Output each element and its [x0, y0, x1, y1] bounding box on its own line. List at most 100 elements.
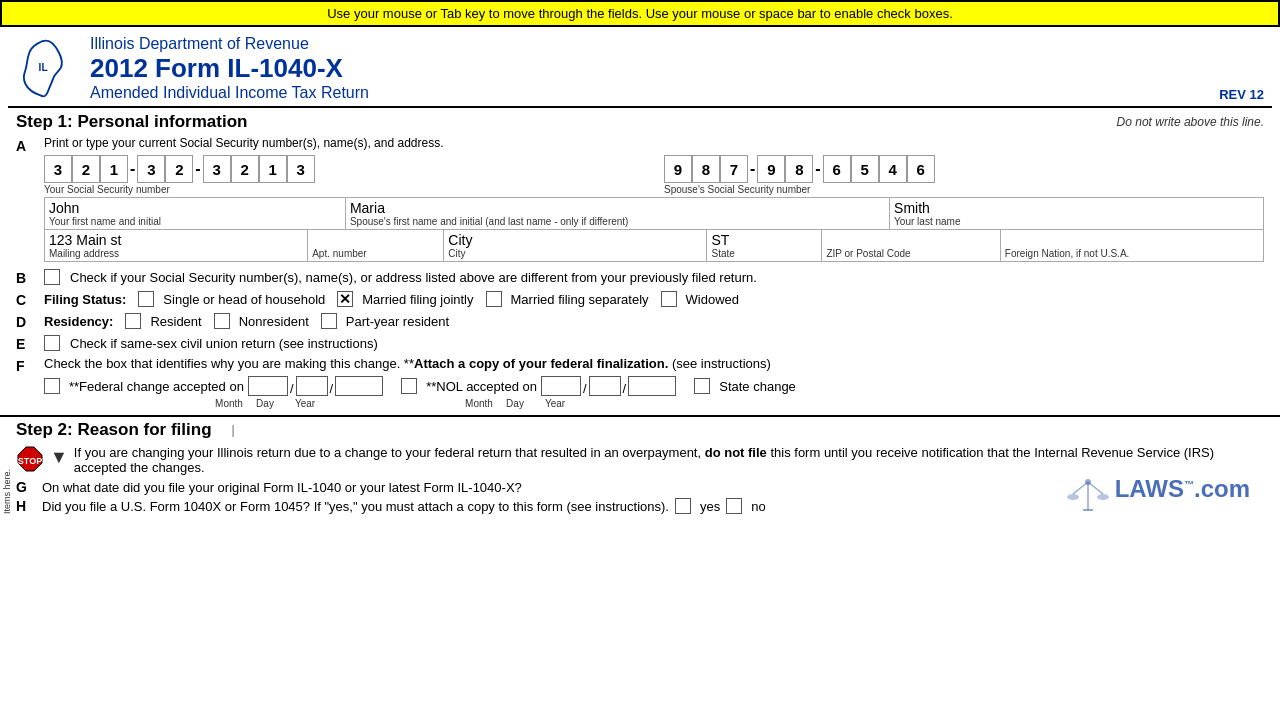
city-label: City: [448, 248, 702, 259]
state-cell: ST State: [707, 230, 822, 261]
section-e-label: E: [16, 334, 44, 352]
filing-married-jointly-checkbox[interactable]: ✕: [337, 291, 353, 307]
ssn1-d6[interactable]: 3: [203, 155, 231, 183]
step2-header: Step 2: Reason for filing |: [0, 417, 1280, 443]
section-h-label: H: [16, 498, 36, 514]
svg-text:STOP: STOP: [18, 456, 42, 466]
ssn1-d1[interactable]: 3: [44, 155, 72, 183]
ssn-sep2: -: [193, 160, 202, 178]
ssn1-d9[interactable]: 3: [287, 155, 315, 183]
ssn-sep1: -: [128, 160, 137, 178]
section-f-checks: **Federal change accepted on / / **NOL: [44, 376, 1264, 396]
laws-tm: ™: [1184, 479, 1194, 490]
ssn1-d8[interactable]: 1: [259, 155, 287, 183]
ssn1-d2[interactable]: 2: [72, 155, 100, 183]
ssn1-d4[interactable]: 3: [137, 155, 165, 183]
cursor-indicator: |: [232, 423, 235, 437]
f-month1-input[interactable]: [248, 376, 288, 396]
f-day2-input[interactable]: [589, 376, 621, 396]
section-d: D Residency: Resident Nonresident Part-y…: [16, 312, 1264, 330]
filing-widowed-checkbox[interactable]: [661, 291, 677, 307]
foreign-nation-label: Foreign Nation, if not U.S.A.: [1005, 248, 1259, 259]
ssn2-d1[interactable]: 9: [664, 155, 692, 183]
section-a: A Print or type your current Social Secu…: [16, 136, 1264, 262]
filing-status-label: Filing Status:: [44, 292, 126, 307]
section-g-label: G: [16, 479, 36, 495]
section-b-text: Check if your Social Security number(s),…: [70, 270, 757, 285]
ssn2-d2[interactable]: 8: [692, 155, 720, 183]
ssn2-d4[interactable]: 9: [757, 155, 785, 183]
illinois-logo: IL: [16, 36, 76, 101]
section-f: F Check the box that identifies why you …: [16, 356, 1264, 409]
f-year1-input[interactable]: [335, 376, 383, 396]
first-name-label: Your first name and initial: [49, 216, 341, 227]
ssn2-d7[interactable]: 5: [851, 155, 879, 183]
down-arrow-icon: ▼: [50, 447, 68, 468]
f-date2: / /: [541, 376, 676, 396]
f-option2-checkbox[interactable]: [401, 378, 417, 394]
ssn1-d7[interactable]: 2: [231, 155, 259, 183]
checkmark-x: ✕: [339, 292, 351, 306]
filing-married-jointly-option: ✕ Married filing jointly: [337, 291, 473, 307]
filing-married-jointly-label: Married filing jointly: [362, 292, 473, 307]
zip-cell: ZIP or Postal Code: [822, 230, 1000, 261]
residency-partyear-label: Part-year resident: [346, 314, 449, 329]
filing-married-separately-checkbox[interactable]: [486, 291, 502, 307]
residency-resident-option: Resident: [125, 313, 201, 329]
section-h-text: Did you file a U.S. Form 1040X or Form 1…: [42, 499, 669, 514]
f-slash2b: /: [623, 381, 627, 396]
ssn-row: 3 2 1 - 3 2 - 3 2 1 3 Your Social Securi…: [44, 153, 1264, 195]
ssn2-d3[interactable]: 7: [720, 155, 748, 183]
section-a-label: A: [16, 136, 44, 154]
step1-header: Step 1: Personal information Do not writ…: [0, 108, 1280, 136]
h-yes-checkbox[interactable]: [675, 498, 691, 514]
ssn2-d9[interactable]: 6: [907, 155, 935, 183]
f-year2-input[interactable]: [628, 376, 676, 396]
residency-partyear-option: Part-year resident: [321, 313, 449, 329]
f-day1-input[interactable]: [296, 376, 328, 396]
ssn2-d8[interactable]: 4: [879, 155, 907, 183]
residency-resident-checkbox[interactable]: [125, 313, 141, 329]
residency-nonresident-option: Nonresident: [214, 313, 309, 329]
ssn2-d6[interactable]: 6: [823, 155, 851, 183]
filing-widowed-option: Widowed: [661, 291, 739, 307]
step2-body: STOP ▼ If you are changing your Illinois…: [0, 443, 1280, 516]
form-header: IL Illinois Department of Revenue 2012 F…: [0, 27, 1280, 106]
f-month2-input[interactable]: [541, 376, 581, 396]
f-option3-checkbox[interactable]: [694, 378, 710, 394]
stop-icon: STOP: [16, 445, 44, 473]
section-a-instruction: Print or type your current Social Securi…: [44, 136, 1264, 150]
f-slash2a: /: [583, 381, 587, 396]
residency-resident-label: Resident: [150, 314, 201, 329]
section-b-checkbox[interactable]: [44, 269, 60, 285]
h-no-checkbox[interactable]: [726, 498, 742, 514]
form-body: A Print or type your current Social Secu…: [0, 136, 1280, 409]
form-title: 2012 Form IL-1040-X: [90, 53, 369, 84]
ssn2-label: Spouse's Social Security number: [664, 184, 1264, 195]
ssn1-d5[interactable]: 2: [165, 155, 193, 183]
residency-label: Residency:: [44, 314, 113, 329]
filing-single-checkbox[interactable]: [138, 291, 154, 307]
city-value: City: [448, 232, 702, 248]
ssn2-d5[interactable]: 8: [785, 155, 813, 183]
spouse-name-value: Maria: [350, 200, 885, 216]
ssn1-d3[interactable]: 1: [100, 155, 128, 183]
section-b-content: Check if your Social Security number(s),…: [44, 269, 757, 285]
section-e-checkbox[interactable]: [44, 335, 60, 351]
residency-partyear-checkbox[interactable]: [321, 313, 337, 329]
address-cell: 123 Main st Mailing address: [45, 230, 308, 261]
step2-title: Step 2: Reason for filing: [16, 420, 212, 440]
svg-line-4: [1073, 482, 1088, 494]
apt-cell: Apt. number: [308, 230, 444, 261]
section-b: B Check if your Social Security number(s…: [16, 268, 1264, 286]
f-option2-label: **NOL accepted on: [426, 379, 537, 394]
section-c-content: Filing Status: Single or head of househo…: [44, 291, 739, 307]
first-name-value: John: [49, 200, 341, 216]
section-f-text-bold: Attach a copy of your federal finalizati…: [414, 356, 668, 371]
f-option1-checkbox[interactable]: [44, 378, 60, 394]
section-g-text: On what date did you file your original …: [42, 480, 522, 495]
foreign-nation-cell: Foreign Nation, if not U.S.A.: [1001, 230, 1263, 261]
residency-nonresident-checkbox[interactable]: [214, 313, 230, 329]
f-date1: / /: [248, 376, 383, 396]
instruction-bar: Use your mouse or Tab key to move throug…: [0, 0, 1280, 27]
